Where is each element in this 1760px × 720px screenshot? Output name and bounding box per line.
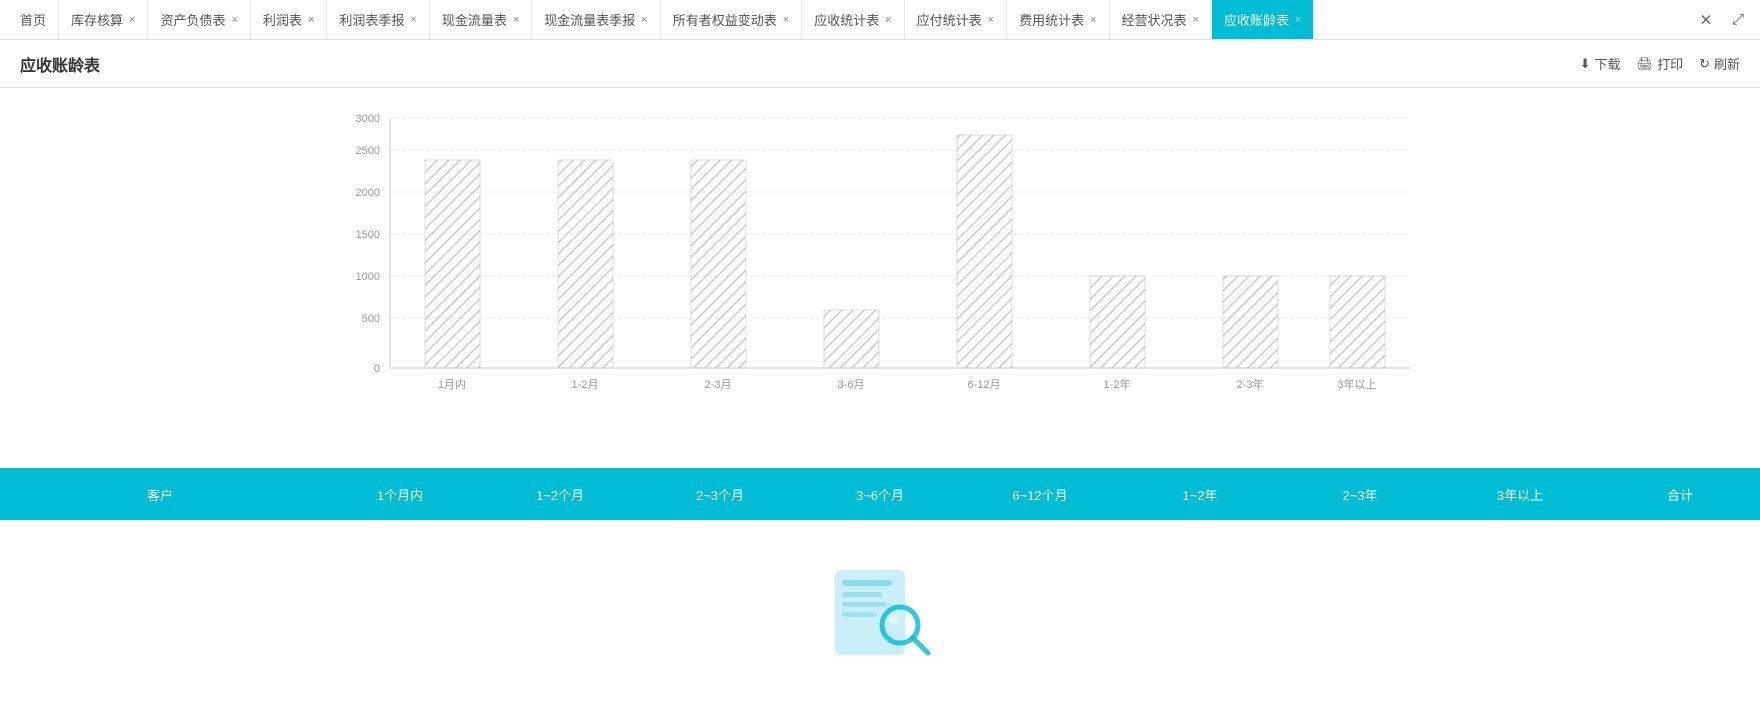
download-icon: ⬇ [1580,56,1591,72]
svg-text:6-12月: 6-12月 [967,379,1000,391]
svg-text:2-3月: 2-3月 [705,379,732,391]
col-6-12month: 6~12个月 [960,485,1120,504]
tab-bar-actions: ✕ ⤢ [1692,6,1752,34]
close-tab-ar-aging[interactable]: × [1295,14,1301,26]
svg-text:500: 500 [362,313,380,325]
print-icon: 🖨 [1637,56,1654,72]
col-1month: 1个月内 [320,485,480,504]
svg-text:1-2月: 1-2月 [572,379,599,391]
refresh-icon: ↻ [1699,56,1710,72]
close-tab-cashflow-quarterly[interactable]: × [641,14,647,26]
page-actions: ⬇ 下载 🖨 打印 ↻ 刷新 [1580,54,1740,73]
tab-operation[interactable]: 经营状况表 × [1110,0,1212,40]
tab-cashflow-quarterly[interactable]: 现金流量表季报 × [532,0,660,40]
tab-expense-stats[interactable]: 费用统计表 × [1007,0,1109,40]
close-tab-expense-stats[interactable]: × [1090,14,1096,26]
svg-text:1-2年: 1-2年 [1104,377,1131,391]
empty-icon [820,560,940,660]
svg-text:2500: 2500 [356,145,380,157]
svg-text:2000: 2000 [356,187,380,199]
col-3plus-year: 3年以上 [1440,485,1600,504]
refresh-button[interactable]: ↻ 刷新 [1699,54,1740,73]
close-tab-balance-sheet[interactable]: × [231,14,237,26]
tab-ar-stats[interactable]: 应收统计表 × [802,0,904,40]
svg-text:3-6月: 3-6月 [838,379,865,391]
close-tab-inventory[interactable]: × [129,14,135,26]
tab-equity[interactable]: 所有者权益变动表 × [661,0,802,40]
svg-text:0: 0 [374,363,380,375]
page-header: 应收账龄表 ⬇ 下载 🖨 打印 ↻ 刷新 [0,40,1760,88]
print-button[interactable]: 🖨 打印 [1637,54,1684,73]
tab-bar: 首页 库存核算 × 资产负债表 × 利润表 × 利润表季报 × 现金流量表 × … [0,0,1760,40]
svg-text:3000: 3000 [356,113,380,125]
col-2-3year: 2~3年 [1280,485,1440,504]
main-content: 0 500 1000 1500 2000 2500 3000 1月内 1-2月 [0,88,1760,720]
tab-profit-quarterly[interactable]: 利润表季报 × [327,0,429,40]
page-title: 应收账龄表 [20,52,100,76]
tab-ar-aging[interactable]: 应收账龄表 × [1212,0,1314,40]
tab-profit[interactable]: 利润表 × [251,0,327,40]
tab-ap-stats[interactable]: 应付统计表 × [905,0,1007,40]
close-tab-operation[interactable]: × [1193,14,1199,26]
col-2-3month: 2~3个月 [640,485,800,504]
svg-text:3年以上: 3年以上 [1337,377,1376,391]
tab-home[interactable]: 首页 [8,0,59,40]
close-tab-equity[interactable]: × [783,14,789,26]
svg-text:2-3年: 2-3年 [1237,377,1264,391]
table-header: 客户 1个月内 1~2个月 2~3个月 3~6个月 6~12个月 1~2年 2~… [0,468,1760,520]
svg-text:1月内: 1月内 [438,377,466,391]
close-tab-ap-stats[interactable]: × [988,14,994,26]
svg-text:1000: 1000 [356,271,380,283]
bar-chart: 0 500 1000 1500 2000 2500 3000 1月内 1-2月 [40,108,1720,408]
close-tab-cashflow[interactable]: × [513,14,519,26]
tab-inventory[interactable]: 库存核算 × [59,0,148,40]
close-tab-profit[interactable]: × [308,14,314,26]
download-button[interactable]: ⬇ 下载 [1580,54,1621,73]
window-maximize-button[interactable]: ⤢ [1724,6,1752,34]
tab-cashflow[interactable]: 现金流量表 × [430,0,532,40]
empty-state [0,520,1760,720]
col-customer: 客户 [0,485,320,504]
window-close-button[interactable]: ✕ [1692,6,1720,34]
col-total: 合计 [1600,485,1760,504]
svg-text:1500: 1500 [356,229,380,241]
close-tab-profit-quarterly[interactable]: × [410,14,416,26]
col-1-2month: 1~2个月 [480,485,640,504]
tab-balance-sheet[interactable]: 资产负债表 × [148,0,250,40]
chart-area: 0 500 1000 1500 2000 2500 3000 1月内 1-2月 [0,88,1760,468]
col-1-2year: 1~2年 [1120,485,1280,504]
close-tab-ar-stats[interactable]: × [885,14,891,26]
col-3-6month: 3~6个月 [800,485,960,504]
